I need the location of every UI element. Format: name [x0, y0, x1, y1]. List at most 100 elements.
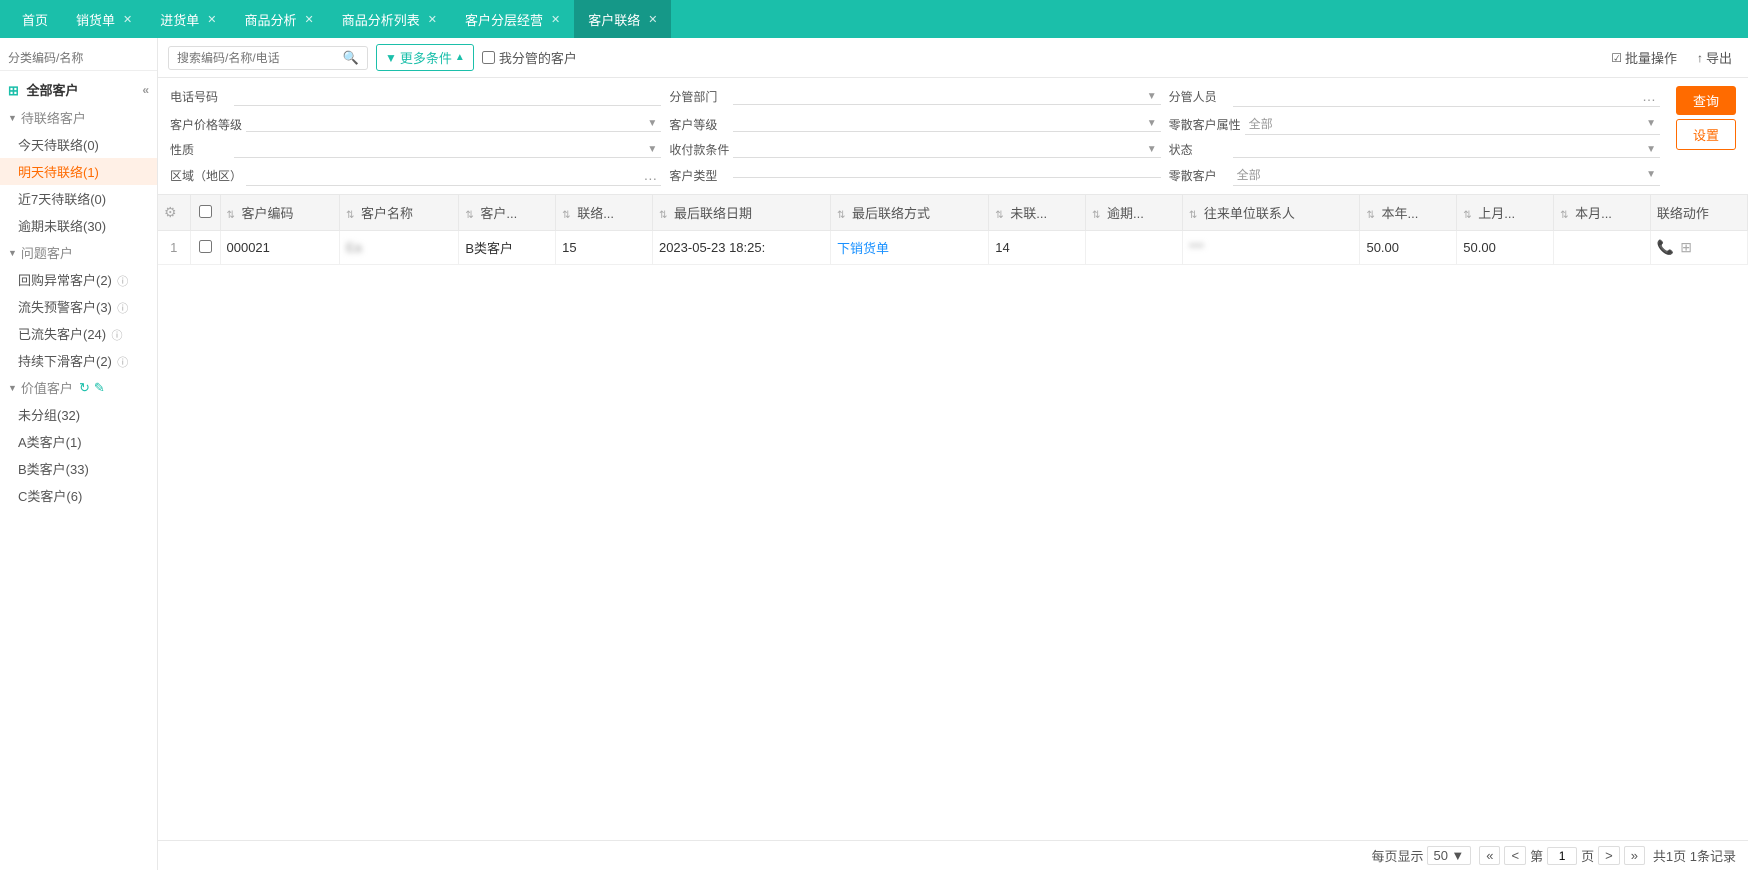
- toolbar-search-icon[interactable]: 🔍: [343, 50, 359, 66]
- sidebar-group-pending[interactable]: 待联络客户: [0, 104, 157, 131]
- sidebar-item-today[interactable]: 今天待联络(0): [0, 131, 157, 158]
- page-number-input[interactable]: [1547, 847, 1577, 865]
- col-action: 联络动作: [1650, 195, 1747, 231]
- col-name-sort[interactable]: ⇅: [346, 210, 354, 221]
- sidebar-item-c-class[interactable]: C类客户(6): [0, 482, 157, 509]
- sidebar-item-tomorrow[interactable]: 明天待联络(1): [0, 158, 157, 185]
- col-unlink: ⇅ 未联...: [989, 195, 1086, 231]
- nav-goods-analysis-list-close[interactable]: ✕: [428, 13, 437, 26]
- row-action-icons: 📞 ⊞: [1657, 239, 1741, 256]
- sidebar-item-churn-warning[interactable]: 流失预警客户(3) ⓘ: [0, 293, 157, 320]
- sidebar-item-ungroup[interactable]: 未分组(32): [0, 401, 157, 428]
- toolbar-search-box: 🔍: [168, 46, 368, 70]
- page-next-btn[interactable]: >: [1598, 846, 1620, 865]
- filter-price-level-select[interactable]: ▼: [246, 116, 661, 132]
- select-all-checkbox[interactable]: [199, 205, 212, 218]
- col-type-sort[interactable]: ⇅: [465, 210, 473, 221]
- filter-status-select[interactable]: ▼: [1233, 142, 1660, 158]
- row-type: B类客户: [459, 231, 556, 265]
- col-code-sort[interactable]: ⇅: [227, 210, 235, 221]
- row-contact-count: 15: [556, 231, 653, 265]
- filter-nature-select[interactable]: ▼: [234, 142, 661, 158]
- filter-retail-customer-select[interactable]: 全部 ▼: [1233, 164, 1660, 186]
- filter-dept-select[interactable]: ▼: [733, 89, 1160, 105]
- filter-row-2: 客户价格等级 ▼ 客户等级 ▼: [170, 113, 1660, 135]
- col-overdue-sort[interactable]: ⇅: [1092, 210, 1100, 221]
- nav-goods-analysis-close[interactable]: ✕: [305, 13, 314, 26]
- sidebar-collapse-icon: «: [142, 83, 149, 97]
- col-this-month-sort[interactable]: ⇅: [1560, 210, 1568, 221]
- export-btn[interactable]: ↑ 导出: [1691, 45, 1738, 70]
- row-checkbox[interactable]: [199, 240, 212, 253]
- sidebar-item-a-class[interactable]: A类客户(1): [0, 428, 157, 455]
- toolbar-search-input[interactable]: [177, 51, 343, 65]
- col-unlink-sort[interactable]: ⇅: [995, 210, 1003, 221]
- sidebar-item-7days[interactable]: 近7天待联络(0): [0, 185, 157, 212]
- filter-person-select[interactable]: …: [1233, 86, 1660, 107]
- filter-more-btn[interactable]: ▼ 更多条件 ▲: [376, 44, 474, 71]
- query-button[interactable]: 查询: [1676, 86, 1736, 115]
- filter-phone-input[interactable]: [234, 87, 661, 106]
- settings-button[interactable]: 设置: [1676, 119, 1736, 150]
- filter-retail-attr-select[interactable]: 全部 ▼: [1245, 113, 1660, 135]
- toolbar: 🔍 ▼ 更多条件 ▲ 我分管的客户 ☑ 批量操作 ↑ 导出: [158, 38, 1748, 78]
- page-first-btn[interactable]: «: [1479, 846, 1500, 865]
- row-year-amount: 50.00: [1360, 231, 1457, 265]
- page-last-btn[interactable]: »: [1624, 846, 1645, 865]
- page-prev-btn[interactable]: <: [1504, 846, 1526, 865]
- nav-customer-contact[interactable]: 客户联络 ✕: [574, 0, 671, 38]
- nav-customer-contact-close[interactable]: ✕: [648, 13, 657, 26]
- table-row: 1 000021 Ea B类客户 15 2023-05-23 18:25: 下销…: [158, 231, 1748, 265]
- filter-retail-attr: 零散客户属性 全部 ▼: [1169, 113, 1660, 135]
- retail-customer-arrow: ▼: [1646, 169, 1656, 180]
- page-size-select-box[interactable]: 50 ▼: [1427, 846, 1472, 865]
- filter-area-dots[interactable]: …: [643, 167, 657, 183]
- page-navigation: « < 第 页 > »: [1479, 846, 1645, 865]
- row-action-phone-icon[interactable]: 📞: [1657, 239, 1674, 256]
- col-last-type-sort[interactable]: ⇅: [837, 210, 845, 221]
- filter-customer-level-select[interactable]: ▼: [733, 116, 1160, 132]
- sidebar-item-overdue[interactable]: 逾期未联络(30): [0, 212, 157, 239]
- top-navigation: 首页 销货单 ✕ 进货单 ✕ 商品分析 ✕ 商品分析列表 ✕ 客户分层经营 ✕ …: [0, 0, 1748, 38]
- sidebar-item-b-class[interactable]: B类客户(33): [0, 455, 157, 482]
- nav-customer-segment[interactable]: 客户分层经营 ✕: [451, 0, 574, 38]
- sidebar-group-value[interactable]: ▼ 价值客户 ↻ ✎: [0, 374, 157, 401]
- price-level-arrow: ▼: [647, 118, 657, 129]
- nav-sales[interactable]: 销货单 ✕: [62, 0, 146, 38]
- row-this-month: [1554, 231, 1651, 265]
- nav-customer-segment-close[interactable]: ✕: [551, 13, 560, 26]
- sidebar-group-problem[interactable]: 问题客户: [0, 239, 157, 266]
- col-contact-count-sort[interactable]: ⇅: [562, 210, 570, 221]
- filter-person-dots[interactable]: …: [1642, 88, 1656, 104]
- sidebar-item-churned[interactable]: 已流失客户(24) ⓘ: [0, 320, 157, 347]
- sidebar-all-customers[interactable]: ⊞ 全部客户 «: [0, 75, 157, 104]
- row-last-type: 下销货单: [830, 231, 988, 265]
- nav-sales-close[interactable]: ✕: [123, 13, 132, 26]
- row-last-month: 50.00: [1457, 231, 1554, 265]
- row-last-date: 2023-05-23 18:25:: [652, 231, 830, 265]
- row-overdue: [1086, 231, 1183, 265]
- nav-purchase[interactable]: 进货单 ✕: [146, 0, 230, 38]
- nav-home[interactable]: 首页: [8, 0, 62, 38]
- batch-op-btn[interactable]: ☑ 批量操作: [1605, 45, 1683, 70]
- sidebar-item-declining[interactable]: 持续下滑客户(2) ⓘ: [0, 347, 157, 374]
- col-last-type: ⇅ 最后联络方式: [830, 195, 988, 231]
- sidebar-item-repurchase-abnormal[interactable]: 回购异常客户(2) ⓘ: [0, 266, 157, 293]
- col-last-date-sort[interactable]: ⇅: [659, 210, 667, 221]
- filter-customer-type-select[interactable]: [733, 173, 1160, 178]
- status-arrow: ▼: [1646, 144, 1656, 155]
- col-year-sort[interactable]: ⇅: [1366, 210, 1374, 221]
- gear-icon[interactable]: ⚙: [164, 204, 177, 220]
- nav-purchase-close[interactable]: ✕: [207, 13, 216, 26]
- filter-payment-select[interactable]: ▼: [733, 142, 1160, 158]
- my-customers-check[interactable]: [482, 51, 495, 64]
- sidebar-search-input[interactable]: [8, 51, 158, 65]
- filter-area-select[interactable]: …: [246, 165, 661, 186]
- nav-goods-analysis-list[interactable]: 商品分析列表 ✕: [328, 0, 451, 38]
- col-unit-contact-sort[interactable]: ⇅: [1189, 210, 1197, 221]
- row-last-type-link[interactable]: 下销货单: [837, 241, 889, 256]
- nav-goods-analysis[interactable]: 商品分析 ✕: [230, 0, 327, 38]
- my-customers-checkbox[interactable]: 我分管的客户: [482, 48, 577, 67]
- col-last-month-sort[interactable]: ⇅: [1463, 210, 1471, 221]
- row-action-menu-icon[interactable]: ⊞: [1680, 239, 1692, 256]
